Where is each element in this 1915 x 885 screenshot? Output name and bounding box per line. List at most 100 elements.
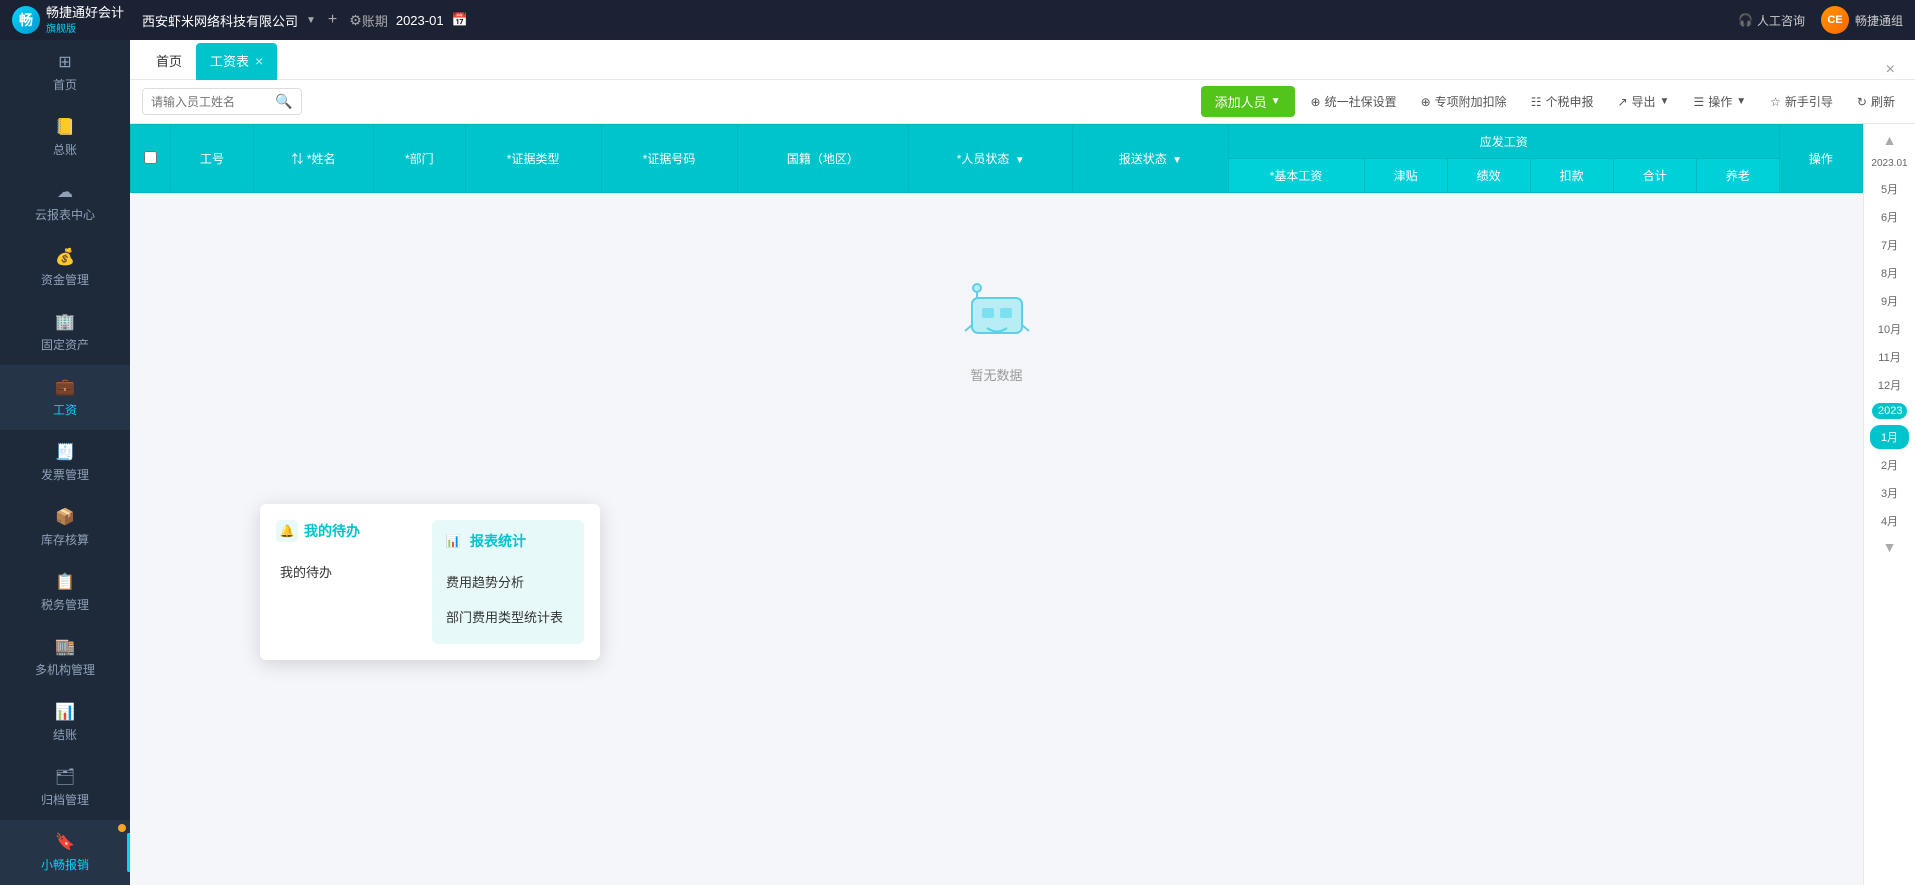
select-all-checkbox[interactable] — [144, 151, 157, 164]
sidebar-item-settlement[interactable]: 📊 结账 — [0, 690, 130, 755]
social-insurance-label: 统一社保设置 — [1325, 93, 1397, 110]
assets-icon: 🏢 — [55, 312, 75, 332]
dropdown-col1-title: 我的待办 — [304, 521, 360, 541]
tab-salary-label: 工资表 — [210, 51, 249, 70]
operations-icon: ☰ — [1693, 95, 1704, 109]
th-report-status: 报送状态 ▼ — [1073, 125, 1228, 193]
table-and-nav: 工号 ⇅ *姓名 *部门 *证据类型 *证据号码 国籍（地区） *人员状态 ▼ … — [130, 124, 1915, 885]
notification-dot — [118, 824, 126, 832]
personal-tax-action[interactable]: ☷ 个税申报 — [1523, 89, 1602, 114]
sidebar-item-assets[interactable]: 🏢 固定资产 — [0, 300, 130, 365]
export-action[interactable]: ↗ 导出 ▼ — [1609, 89, 1677, 114]
sidebar-item-tax[interactable]: 📋 税务管理 — [0, 560, 130, 625]
sidebar-item-home[interactable]: ⊞ 首页 — [0, 40, 130, 105]
tab-close-icon[interactable]: × — [255, 53, 263, 69]
header-actions: 🎧 人工咨询 CE 畅捷通组 — [1738, 6, 1903, 34]
month-nav-item-2023-01[interactable]: 2023.01 — [1864, 152, 1915, 175]
sidebar-item-salary[interactable]: 💼 工资 — [0, 365, 130, 430]
th-deduction: 扣款 — [1530, 159, 1613, 193]
export-dropdown-icon: ▼ — [1660, 96, 1670, 107]
multiorg-icon: 🏬 — [55, 637, 75, 657]
sidebar-item-multiorg[interactable]: 🏬 多机构管理 — [0, 625, 130, 690]
user-avatar: CE — [1821, 6, 1849, 34]
month-nav-item-10[interactable]: 10月 — [1864, 315, 1915, 343]
sidebar-item-xiaochang[interactable]: 🔖 小畅报销 — [0, 820, 130, 885]
special-deduction-action[interactable]: ⊕ 专项附加扣除 — [1413, 89, 1515, 114]
social-insurance-action[interactable]: ⊕ 统一社保设置 — [1303, 89, 1405, 114]
refresh-action[interactable]: ↻ 刷新 — [1849, 89, 1903, 114]
sidebar-label-xiaochang: 小畅报销 — [41, 856, 89, 873]
period-value[interactable]: 2023-01 — [396, 13, 444, 28]
month-nav-item-2[interactable]: 2月 — [1864, 451, 1915, 479]
operations-action[interactable]: ☰ 操作 ▼ — [1685, 89, 1754, 114]
tab-home[interactable]: 首页 — [142, 43, 196, 80]
year-badge-area: 2023 — [1864, 399, 1915, 423]
app-name: 畅捷通好会计 — [46, 5, 124, 21]
dropdown-item-cost-trend[interactable]: 费用趋势分析 — [442, 564, 574, 599]
person-status-filter-icon[interactable]: ▼ — [1015, 155, 1025, 166]
logo-area: 畅 畅捷通好会计 旗舰版 — [12, 5, 132, 36]
month-nav-item-5[interactable]: 5月 — [1864, 175, 1915, 203]
sidebar-item-reports[interactable]: ☁ 云报表中心 — [0, 170, 130, 235]
service-label: 人工咨询 — [1757, 12, 1805, 29]
report-status-filter-icon[interactable]: ▼ — [1172, 155, 1182, 166]
new-guide-action[interactable]: ☆ 新手引导 — [1762, 89, 1841, 114]
empty-state-text: 暂无数据 — [970, 365, 1022, 384]
company-selector[interactable]: 西安虾米网络科技有限公司 ▼ + ⚙ — [142, 11, 362, 30]
th-person-status: *人员状态 ▼ — [909, 125, 1073, 193]
logo-text-area: 畅捷通好会计 旗舰版 — [46, 5, 124, 36]
search-icon[interactable]: 🔍 — [275, 93, 292, 110]
month-nav-item-6[interactable]: 6月 — [1864, 203, 1915, 231]
month-nav-item-1-current[interactable]: 1月 — [1870, 425, 1909, 449]
sidebar-item-archive[interactable]: 🗂 归档管理 — [0, 755, 130, 820]
add-person-dropdown-icon: ▼ — [1271, 96, 1281, 107]
search-box[interactable]: 🔍 — [142, 88, 302, 115]
dropdown-col2-header: 📊 报表统计 — [442, 530, 574, 552]
month-nav-item-12[interactable]: 12月 — [1864, 371, 1915, 399]
service-button[interactable]: 🎧 人工咨询 — [1738, 12, 1805, 29]
dropdown-col2-title: 报表统计 — [470, 531, 526, 551]
sidebar-label-multiorg: 多机构管理 — [35, 661, 95, 678]
sidebar-item-inventory[interactable]: 📦 库存核算 — [0, 495, 130, 560]
user-area[interactable]: CE 畅捷通组 — [1821, 6, 1903, 34]
th-base-salary: *基本工资 — [1228, 159, 1364, 193]
month-nav-item-8[interactable]: 8月 — [1864, 259, 1915, 287]
tab-bar-close[interactable]: × — [1878, 61, 1903, 79]
sidebar-label-invoices: 发票管理 — [41, 466, 89, 483]
company-name: 西安虾米网络科技有限公司 — [142, 11, 298, 30]
th-id-no: *证据号码 — [601, 125, 737, 193]
month-nav-up-arrow[interactable]: ▲ — [1879, 128, 1901, 152]
headset-icon: 🎧 — [1738, 13, 1753, 27]
sidebar-label-inventory: 库存核算 — [41, 531, 89, 548]
dropdown-menu-row: 🔔 我的待办 我的待办 📊 报表统计 — [276, 520, 584, 644]
search-input[interactable] — [151, 95, 271, 109]
calendar-icon[interactable]: 📅 — [452, 12, 468, 28]
month-nav-item-9[interactable]: 9月 — [1864, 287, 1915, 315]
add-person-button[interactable]: 添加人员 ▼ — [1201, 86, 1295, 117]
logo-initials: 畅 — [19, 10, 33, 30]
month-nav-item-11[interactable]: 11月 — [1864, 343, 1915, 371]
year-2023-badge: 2023 — [1872, 403, 1907, 419]
sidebar-item-funds[interactable]: 💰 资金管理 — [0, 235, 130, 300]
month-nav-down-arrow[interactable]: ▼ — [1879, 535, 1901, 559]
dropdown-item-dept-cost[interactable]: 部门费用类型统计表 — [442, 599, 574, 634]
funds-icon: 💰 — [55, 247, 75, 267]
tab-bar: 首页 工资表 × × — [130, 40, 1915, 80]
settings-icon[interactable]: ⚙ — [349, 12, 362, 29]
social-insurance-icon: ⊕ — [1311, 95, 1321, 109]
month-nav-item-4[interactable]: 4月 — [1864, 507, 1915, 535]
th-id-type: *证据类型 — [465, 125, 601, 193]
tab-salary-table[interactable]: 工资表 × — [196, 43, 277, 80]
month-nav-item-3[interactable]: 3月 — [1864, 479, 1915, 507]
month-nav-item-7[interactable]: 7月 — [1864, 231, 1915, 259]
dropdown-item-my-todo[interactable]: 我的待办 — [276, 554, 408, 589]
add-person-label: 添加人员 — [1215, 92, 1267, 111]
table-header-row1: 工号 ⇅ *姓名 *部门 *证据类型 *证据号码 国籍（地区） *人员状态 ▼ … — [131, 125, 1863, 159]
add-company-icon[interactable]: + — [328, 11, 337, 29]
main-layout: ⊞ 首页 📒 总账 ☁ 云报表中心 💰 资金管理 🏢 固定资产 💼 工资 🧾 发… — [0, 40, 1915, 885]
th-checkbox[interactable] — [131, 125, 171, 193]
dept-cost-label: 部门费用类型统计表 — [446, 610, 563, 625]
user-name: 畅捷通组 — [1855, 12, 1903, 29]
sidebar-item-invoices[interactable]: 🧾 发票管理 — [0, 430, 130, 495]
sidebar-item-ledger[interactable]: 📒 总账 — [0, 105, 130, 170]
